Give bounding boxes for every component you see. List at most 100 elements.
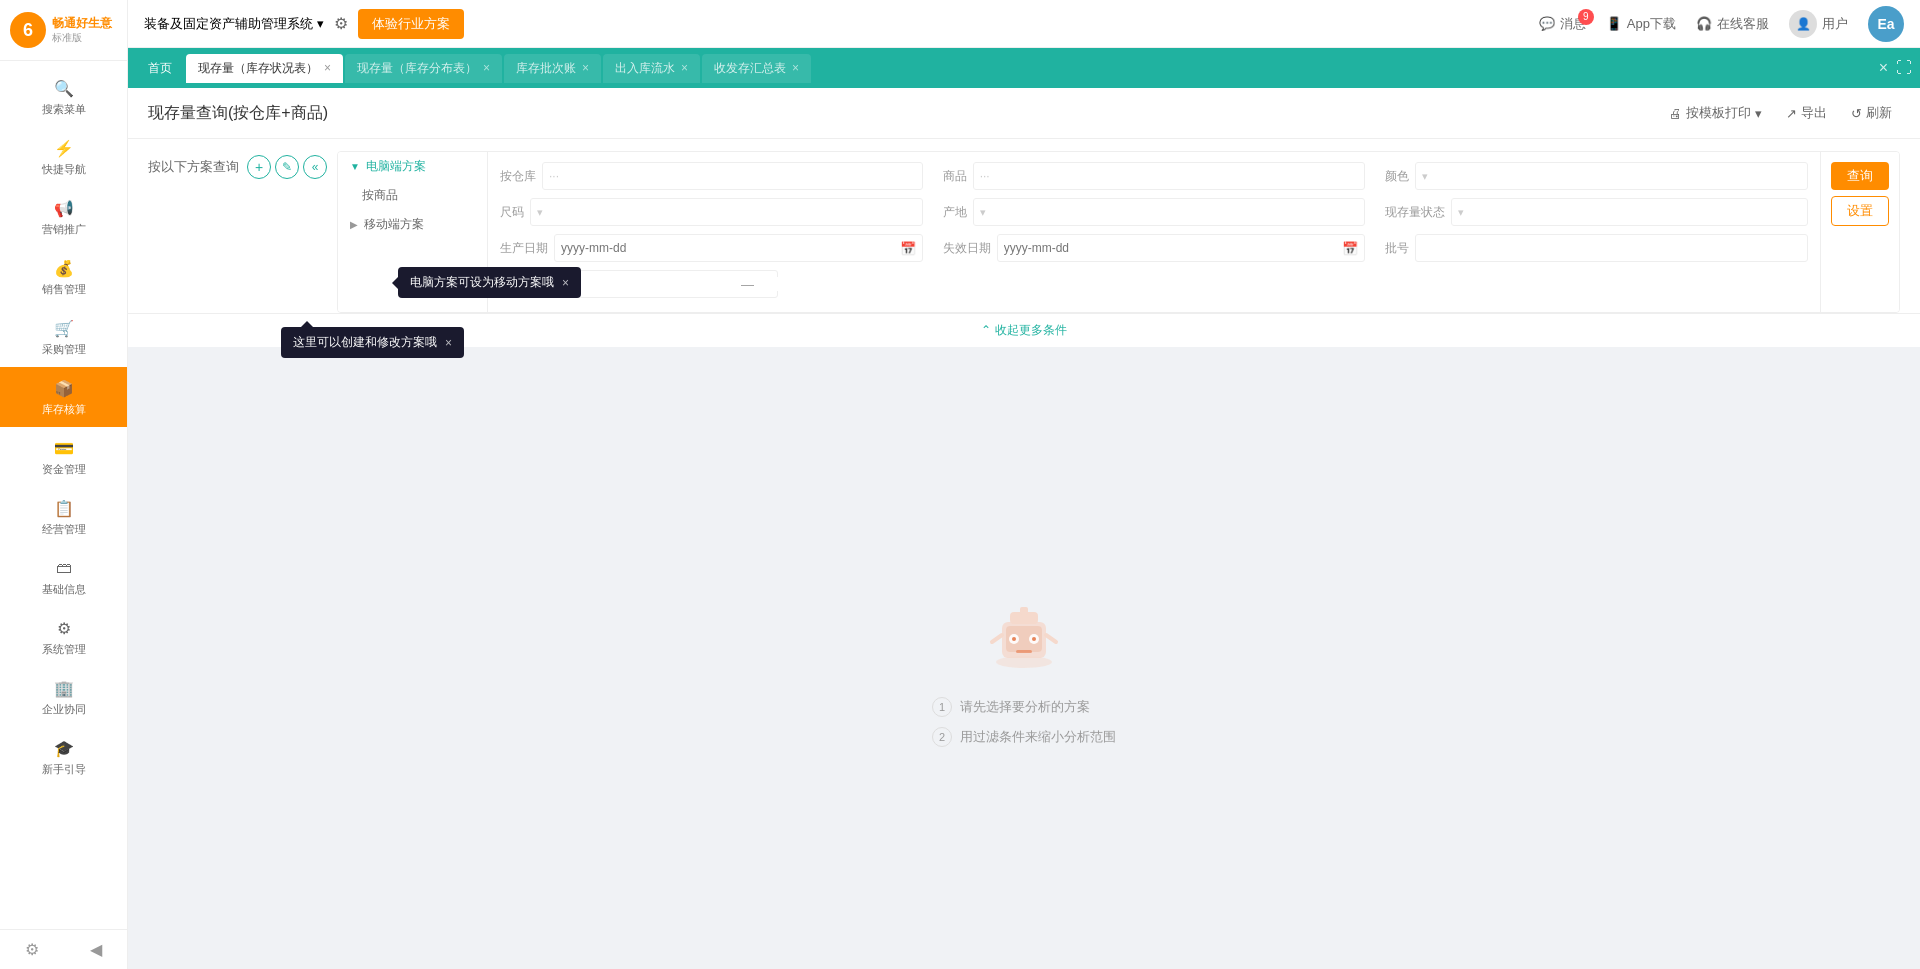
warehouse-field: 按仓库 ···: [500, 162, 923, 190]
logo-area: 6 畅通好生意 标准版: [0, 0, 127, 61]
user-avatar: 👤: [1789, 10, 1817, 38]
sidebar-item-search[interactable]: 🔍 搜索菜单: [0, 67, 127, 127]
tab-receive-summary[interactable]: 收发存汇总表 ×: [702, 54, 811, 83]
tab-home[interactable]: 首页: [136, 54, 184, 83]
expiry-date-text[interactable]: [1004, 241, 1339, 255]
edit-scheme-button[interactable]: ✎: [275, 155, 299, 179]
batch-text[interactable]: [1422, 241, 1801, 255]
goods-input[interactable]: ···: [973, 162, 1366, 190]
print-dropdown-icon: ▾: [1755, 106, 1762, 121]
tab-inventory-dist[interactable]: 现存量（库存分布表） ×: [345, 54, 502, 83]
scheme-tree-pc[interactable]: ▼ 电脑端方案: [338, 152, 487, 181]
sidebar-label-system: 系统管理: [42, 642, 86, 657]
stock-status-label: 现存量状态: [1385, 204, 1445, 221]
color-select[interactable]: ▾: [1415, 162, 1808, 190]
add-scheme-button[interactable]: +: [247, 155, 271, 179]
user-label: 用户: [1822, 15, 1848, 33]
stock-qty-max[interactable]: [760, 277, 910, 291]
color-label: 颜色: [1385, 168, 1409, 185]
operation-icon: 📋: [53, 497, 75, 519]
origin-select[interactable]: ▾: [973, 198, 1366, 226]
print-button[interactable]: 🖨 按模板打印 ▾: [1661, 100, 1770, 126]
sales-icon: 💰: [53, 257, 75, 279]
settings-bottom-icon[interactable]: ⚙: [25, 940, 39, 959]
sidebar-item-purchase[interactable]: 🛒 采购管理: [0, 307, 127, 367]
tab-inventory-dist-close[interactable]: ×: [483, 61, 490, 75]
user-action[interactable]: 👤 用户: [1789, 10, 1848, 38]
online-support-label: 在线客服: [1717, 15, 1769, 33]
scheme-buttons: + ✎ «: [247, 155, 327, 179]
tab-receive-summary-label: 收发存汇总表: [714, 60, 786, 77]
tab-close-all-icon[interactable]: ×: [1879, 59, 1888, 77]
sidebar-nav: 🔍 搜索菜单 ⚡ 快捷导航 📢 营销推广 💰 销售管理 🛒 采购管理 📦 库存核…: [0, 61, 127, 929]
filter-label-area: 按以下方案查询 + ✎ «: [148, 151, 327, 179]
sidebar-item-marketing[interactable]: 📢 营销推广: [0, 187, 127, 247]
refresh-button[interactable]: ↺ 刷新: [1843, 100, 1900, 126]
sidebar-item-basic[interactable]: 🗃 基础信息: [0, 547, 127, 607]
header-settings-icon[interactable]: ⚙: [334, 14, 348, 33]
search-button[interactable]: 查询: [1831, 162, 1889, 190]
stock-qty-min[interactable]: [585, 277, 735, 291]
expiry-date-label: 失效日期: [943, 240, 991, 257]
tab-inout-flow[interactable]: 出入库流水 ×: [603, 54, 700, 83]
stock-status-select[interactable]: ▾: [1451, 198, 1808, 226]
sidebar-item-operation[interactable]: 📋 经营管理: [0, 487, 127, 547]
app-download-action[interactable]: 📱 App下载: [1606, 15, 1676, 33]
collapse-sidebar-icon[interactable]: ◀: [90, 940, 102, 959]
quick-nav-icon: ⚡: [53, 137, 75, 159]
search-icon: 🔍: [53, 77, 75, 99]
tab-fullscreen-icon[interactable]: ⛶: [1896, 59, 1912, 77]
tab-receive-summary-close[interactable]: ×: [792, 61, 799, 75]
batch-input[interactable]: [1415, 234, 1808, 262]
sidebar-item-system[interactable]: ⚙ 系统管理: [0, 607, 127, 667]
warehouse-input[interactable]: ···: [542, 162, 923, 190]
online-support-action[interactable]: 🎧 在线客服: [1696, 15, 1769, 33]
svg-point-5: [1012, 637, 1016, 641]
content-area: 现存量查询(按仓库+商品) 🖨 按模板打印 ▾ ↗ 导出 ↺ 刷新: [128, 88, 1920, 969]
tip-text-1: 请先选择要分析的方案: [960, 698, 1090, 716]
expiry-cal-icon: 📅: [1342, 241, 1358, 256]
export-button[interactable]: ↗ 导出: [1778, 100, 1835, 126]
reset-button[interactable]: 设置: [1831, 196, 1889, 226]
empty-tips: 1 请先选择要分析的方案 2 用过滤条件来缩小分析范围: [932, 697, 1116, 747]
main-area: 装备及固定资产辅助管理系统 ▾ ⚙ 体验行业方案 💬 消息 9 📱 App下载 …: [128, 0, 1920, 969]
scheme-tree-mobile-arrow: ▶: [350, 219, 358, 230]
tab-inventory-status[interactable]: 现存量（库存状况表） ×: [186, 54, 343, 83]
scheme-tooltip2-close[interactable]: ×: [445, 336, 452, 350]
sidebar-item-inventory[interactable]: 📦 库存核算: [0, 367, 127, 427]
svg-line-10: [992, 635, 1002, 642]
tab-batch-account[interactable]: 库存批次账 ×: [504, 54, 601, 83]
tab-inventory-status-close[interactable]: ×: [324, 61, 331, 75]
sidebar-item-guide[interactable]: 🎓 新手引导: [0, 727, 127, 787]
origin-label: 产地: [943, 204, 967, 221]
tab-batch-account-close[interactable]: ×: [582, 61, 589, 75]
sidebar-label-guide: 新手引导: [42, 762, 86, 777]
back-scheme-button[interactable]: «: [303, 155, 327, 179]
page-title: 现存量查询(按仓库+商品): [148, 103, 328, 124]
sidebar-item-sales[interactable]: 💰 销售管理: [0, 247, 127, 307]
sidebar-item-quick-nav[interactable]: ⚡ 快捷导航: [0, 127, 127, 187]
size-select[interactable]: ▾: [530, 198, 923, 226]
app-title-dropdown[interactable]: 装备及固定资产辅助管理系统 ▾: [144, 15, 324, 33]
production-date-input[interactable]: 📅: [554, 234, 923, 262]
production-date-text[interactable]: [561, 241, 896, 255]
collapse-label: 收起更多条件: [995, 323, 1067, 337]
sidebar-item-enterprise[interactable]: 🏢 企业协同: [0, 667, 127, 727]
expiry-date-input[interactable]: 📅: [997, 234, 1366, 262]
scheme-tree-goods[interactable]: 按商品: [338, 181, 487, 210]
sidebar-label-inventory: 库存核算: [42, 402, 86, 417]
warehouse-label: 按仓库: [500, 168, 536, 185]
filter-label-text: 按以下方案查询: [148, 158, 239, 176]
scheme-tree-mobile[interactable]: ▶ 移动端方案: [338, 210, 487, 239]
trial-button[interactable]: 体验行业方案: [358, 9, 464, 39]
scheme-tooltip-close[interactable]: ×: [562, 276, 569, 290]
tab-inout-flow-close[interactable]: ×: [681, 61, 688, 75]
message-action[interactable]: 💬 消息 9: [1539, 15, 1586, 33]
tab-batch-account-label: 库存批次账: [516, 60, 576, 77]
empty-tip-2: 2 用过滤条件来缩小分析范围: [932, 727, 1116, 747]
stock-qty-range[interactable]: —: [578, 270, 778, 298]
tip-num-1: 1: [932, 697, 952, 717]
export-label: 导出: [1801, 104, 1827, 122]
sidebar-item-finance[interactable]: 💳 资金管理: [0, 427, 127, 487]
sidebar-label-search: 搜索菜单: [42, 102, 86, 117]
